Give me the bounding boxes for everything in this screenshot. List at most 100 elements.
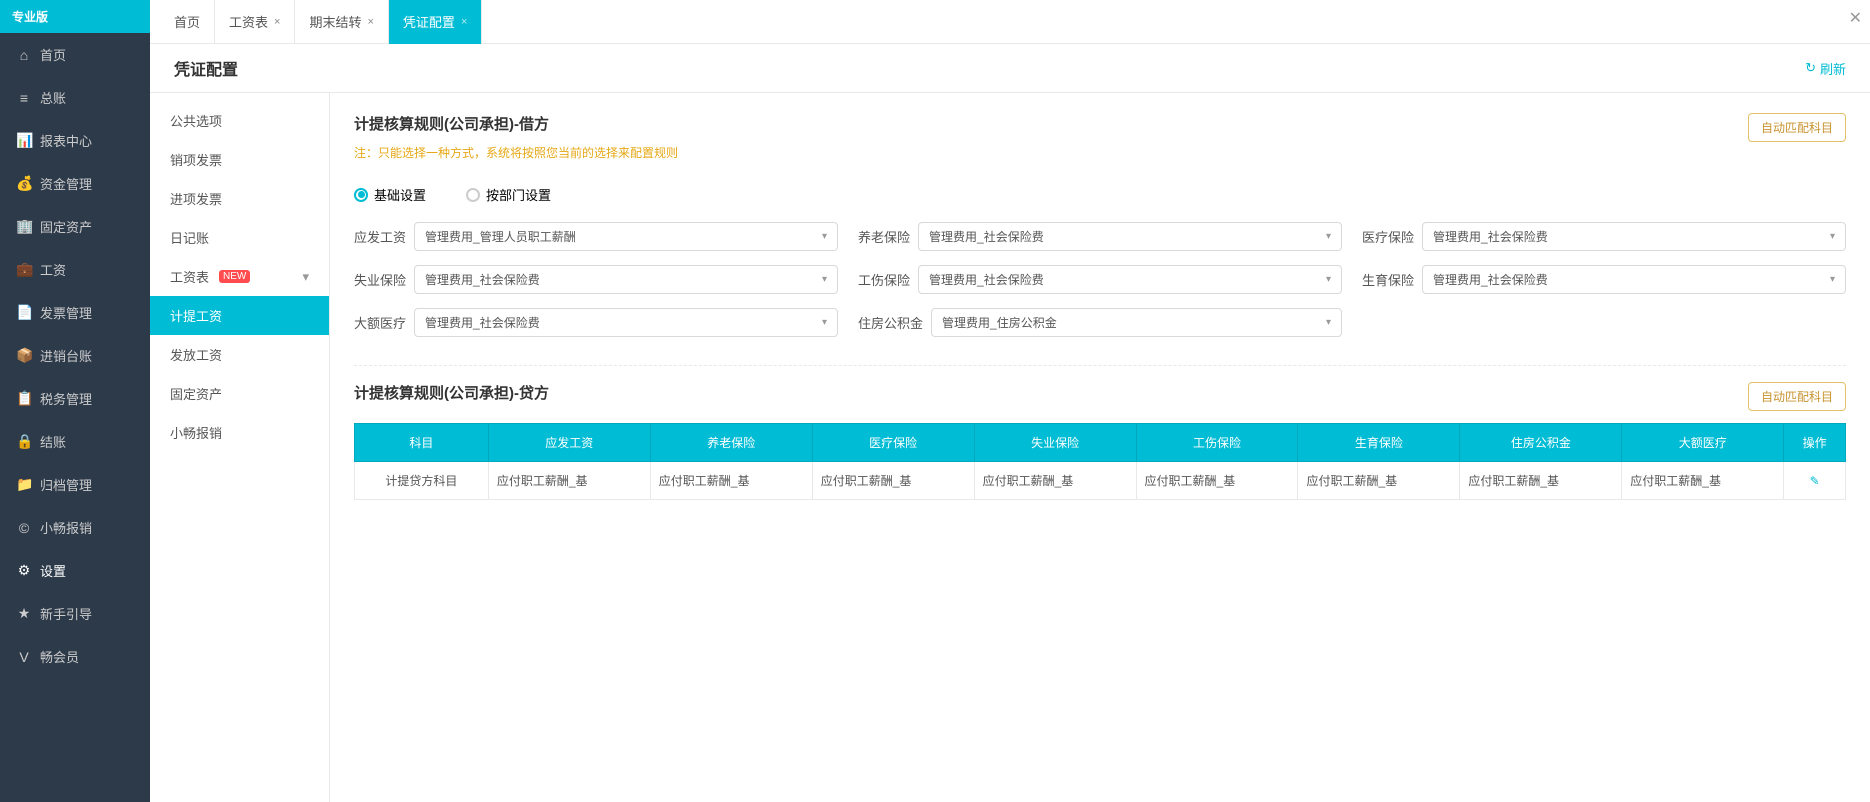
col-subject: 科目 (355, 424, 489, 462)
sidebar-item-reports[interactable]: 📊 报表中心 (0, 119, 150, 162)
left-nav-item-xiao-expense[interactable]: 小畅报销 (150, 413, 329, 452)
col-medical: 医疗保险 (812, 424, 974, 462)
sidebar-item-guide[interactable]: ★ 新手引导 (0, 592, 150, 635)
cell-salary-select[interactable]: 应付职工薪酬_基 (497, 472, 642, 489)
cell-pension-select[interactable]: 应付职工薪酬_基 (659, 472, 804, 489)
window-close-button[interactable]: ✕ (1849, 8, 1862, 28)
chevron-down-icon: ▾ (1830, 231, 1835, 242)
sidebar-item-label: 首页 (40, 45, 66, 64)
settings-icon: ⚙ (16, 562, 32, 579)
left-nav-item-journal[interactable]: 日记账 (150, 218, 329, 257)
select-injury[interactable]: 管理费用_社会保险费 ▾ (918, 265, 1342, 294)
select-large-medical[interactable]: 管理费用_社会保险费 ▾ (414, 308, 838, 337)
left-nav-item-calc-salary[interactable]: 计提工资 (150, 296, 329, 335)
cell-pension-value: 应付职工薪酬_基 (659, 472, 750, 489)
left-nav-item-cancel-invoice[interactable]: 销项发票 (150, 140, 329, 179)
tab-home[interactable]: 首页 (160, 0, 215, 44)
col-maternity: 生育保险 (1298, 424, 1460, 462)
credit-auto-match-button[interactable]: 自动匹配科目 (1748, 382, 1846, 411)
col-salary: 应发工资 (488, 424, 650, 462)
select-maternity[interactable]: 管理费用_社会保险费 ▾ (1422, 265, 1846, 294)
cell-injury: 应付职工薪酬_基 (1136, 462, 1298, 500)
tab-period-closing-close[interactable]: × (367, 16, 373, 28)
sidebar-item-ledger[interactable]: ≡ 总账 (0, 76, 150, 119)
label-medical: 医疗保险 (1362, 227, 1414, 246)
select-housing[interactable]: 管理费用_住房公积金 ▾ (931, 308, 1342, 337)
assets-icon: 🏢 (16, 218, 32, 235)
left-nav-item-public-options[interactable]: 公共选项 (150, 101, 329, 140)
cell-subject: 计提贷方科目 (355, 462, 489, 500)
table-row: 计提贷方科目 应付职工薪酬_基 应付职工薪酬_基 (355, 462, 1846, 500)
sidebar-item-member[interactable]: V 畅会员 (0, 635, 150, 678)
debit-auto-match-button[interactable]: 自动匹配科目 (1748, 113, 1846, 142)
table-header-row: 科目 应发工资 养老保险 医疗保险 失业保险 工伤保险 生育保险 住房公积金 大… (355, 424, 1846, 462)
tab-period-closing[interactable]: 期末结转 × (295, 0, 388, 44)
label-large-medical: 大额医疗 (354, 313, 406, 332)
new-badge: NEW (219, 270, 250, 283)
chevron-down-icon: ▾ (822, 274, 827, 285)
sidebar-item-xiao-report[interactable]: © 小畅报销 (0, 506, 150, 549)
tab-salary-table-close[interactable]: × (274, 16, 280, 28)
cell-medical: 应付职工薪酬_基 (812, 462, 974, 500)
app-edition: 专业版 (0, 0, 150, 33)
debit-section-header: 计提核算规则(公司承担)-借方 注：只能选择一种方式，系统将按照您当前的选择来配… (354, 113, 1846, 175)
cell-medical-select[interactable]: 应付职工薪酬_基 (821, 472, 966, 489)
sidebar-item-invoice[interactable]: 📄 发票管理 (0, 291, 150, 334)
closing-icon: 🔒 (16, 433, 32, 450)
sidebar-item-closing[interactable]: 🔒 结账 (0, 420, 150, 463)
salary-icon: 💼 (16, 261, 32, 278)
debit-form-row-1: 应发工资 管理费用_管理人员职工薪酬 ▾ 养老保险 管理费用_社会保险费 ▾ (354, 222, 1846, 251)
select-medical-value: 管理费用_社会保险费 (1433, 228, 1548, 245)
select-pension[interactable]: 管理费用_社会保险费 ▾ (918, 222, 1342, 251)
sidebar-item-label: 畅会员 (40, 647, 79, 666)
sidebar-item-archive[interactable]: 📁 归档管理 (0, 463, 150, 506)
tab-voucher-config-close[interactable]: × (461, 16, 467, 28)
left-nav-item-fixed-assets[interactable]: 固定资产 (150, 374, 329, 413)
select-pension-value: 管理费用_社会保险费 (929, 228, 1044, 245)
refresh-button[interactable]: ↻ 刷新 (1805, 59, 1846, 78)
col-housing: 住房公积金 (1460, 424, 1622, 462)
archive-icon: 📁 (16, 476, 32, 493)
select-salary[interactable]: 管理费用_管理人员职工薪酬 ▾ (414, 222, 838, 251)
sidebar-item-label: 小畅报销 (40, 518, 92, 537)
cell-maternity-select[interactable]: 应付职工薪酬_基 (1306, 472, 1451, 489)
cell-injury-select[interactable]: 应付职工薪酬_基 (1145, 472, 1290, 489)
chevron-down-icon: ▾ (1830, 274, 1835, 285)
left-nav-item-entry-invoice[interactable]: 进项发票 (150, 179, 329, 218)
cell-housing: 应付职工薪酬_基 (1460, 462, 1622, 500)
funds-icon: 💰 (16, 175, 32, 192)
cell-maternity-value: 应付职工薪酬_基 (1306, 472, 1397, 489)
tab-voucher-config[interactable]: 凭证配置 × (389, 0, 482, 44)
debit-section: 计提核算规则(公司承担)-借方 注：只能选择一种方式，系统将按照您当前的选择来配… (354, 113, 1846, 337)
sidebar-item-tax[interactable]: 📋 税务管理 (0, 377, 150, 420)
select-housing-value: 管理费用_住房公积金 (942, 314, 1057, 331)
radio-basic-setup[interactable]: 基础设置 (354, 185, 426, 204)
left-nav-item-salary-table[interactable]: 工资表 NEW ▾ (150, 257, 329, 296)
cell-housing-select[interactable]: 应付职工薪酬_基 (1468, 472, 1613, 489)
sidebar-item-funds[interactable]: 💰 资金管理 (0, 162, 150, 205)
sidebar-item-home[interactable]: ⌂ 首页 (0, 33, 150, 76)
sidebar-item-label: 工资 (40, 260, 66, 279)
sidebar-item-salary[interactable]: 💼 工资 (0, 248, 150, 291)
debit-radio-group: 基础设置 按部门设置 (354, 185, 1846, 204)
select-large-medical-value: 管理费用_社会保险费 (425, 314, 540, 331)
sidebar-item-assets[interactable]: 🏢 固定资产 (0, 205, 150, 248)
edit-button[interactable]: ✎ (1810, 474, 1820, 488)
field-large-medical: 大额医疗 管理费用_社会保险费 ▾ (354, 308, 838, 337)
sidebar-item-settings[interactable]: ⚙ 设置 (0, 549, 150, 592)
label-salary: 应发工资 (354, 227, 406, 246)
left-nav-item-pay-salary[interactable]: 发放工资 (150, 335, 329, 374)
select-unemployment[interactable]: 管理费用_社会保险费 ▾ (414, 265, 838, 294)
sidebar-item-label: 固定资产 (40, 217, 92, 236)
radio-dept-label: 按部门设置 (486, 185, 551, 204)
radio-dept-setup[interactable]: 按部门设置 (466, 185, 551, 204)
cell-large-medical-select[interactable]: 应付职工薪酬_基 (1630, 472, 1775, 489)
sidebar-item-inventory[interactable]: 📦 进销台账 (0, 334, 150, 377)
cell-housing-value: 应付职工薪酬_基 (1468, 472, 1559, 489)
tab-salary-table[interactable]: 工资表 × (215, 0, 295, 44)
sidebar-item-label: 税务管理 (40, 389, 92, 408)
select-medical[interactable]: 管理费用_社会保险费 ▾ (1422, 222, 1846, 251)
select-salary-value: 管理费用_管理人员职工薪酬 (425, 228, 576, 245)
cell-unemployment-select[interactable]: 应付职工薪酬_基 (983, 472, 1128, 489)
col-injury: 工伤保险 (1136, 424, 1298, 462)
